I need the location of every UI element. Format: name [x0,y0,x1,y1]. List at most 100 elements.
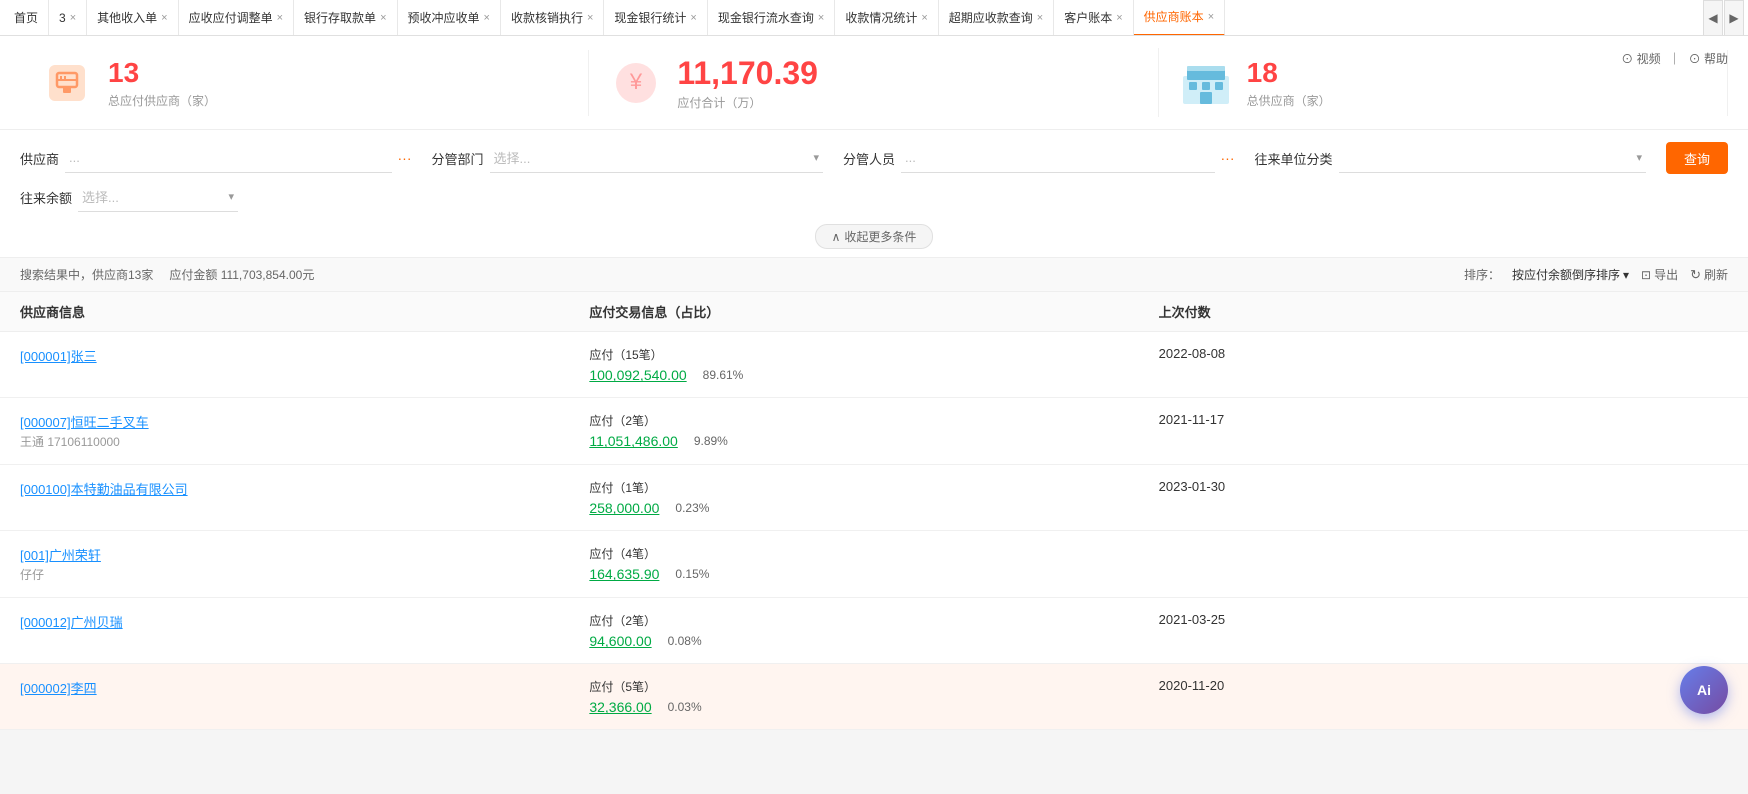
supplier-link[interactable]: [000007]恒旺二手叉车 [20,415,149,430]
close-icon[interactable]: × [818,12,824,24]
nav-tab-advance-offset[interactable]: 预收冲应收单 × [398,0,501,36]
tx-amount-link[interactable]: 100,092,540.00 [589,367,686,383]
collapse-label: 收起更多条件 [844,228,916,245]
nav-tab-supplier-account[interactable]: 供应商账本 × [1134,0,1225,36]
nav-tab-overdue-query[interactable]: 超期应收款查询 × [939,0,1054,36]
nav-tab-collection-check[interactable]: 收款核销执行 × [501,0,604,36]
tx-amount-link[interactable]: 258,000.00 [589,500,659,516]
last-pay-cell: 2020-11-20 [1159,678,1728,693]
supplier-link[interactable]: [000002]李四 [20,681,97,696]
ai-button[interactable]: Ai [1680,666,1728,714]
close-icon[interactable]: × [690,12,696,24]
payable-suppliers-label: 总应付供应商（家） [108,92,216,109]
nav-tab-customer-account[interactable]: 客户账本 × [1054,0,1133,36]
tx-percent: 89.61% [703,368,744,382]
export-button[interactable]: ⊡ 导出 [1641,266,1678,283]
nav-tab-other-income[interactable]: 其他收入单 × [87,0,178,36]
tx-percent: 0.08% [668,634,702,648]
sort-chevron-icon: ▾ [1623,268,1629,282]
dept-select[interactable]: 选择... ▾ [490,143,823,173]
supplier-link[interactable]: [000100]本特勤油品有限公司 [20,482,188,497]
close-icon[interactable]: × [277,12,283,24]
person-dots-icon[interactable]: ··· [1221,150,1235,166]
total-suppliers-number: 18 [1247,56,1331,90]
close-icon[interactable]: × [1208,11,1214,23]
tx-label: 应付（2笔） [589,412,1158,429]
total-suppliers-icon [1179,56,1233,110]
supplier-link[interactable]: [001]广州荣轩 [20,548,101,563]
chevron-down-icon: ▾ [1636,151,1642,164]
tx-row: 94,600.00 0.08% [589,633,1158,649]
filter-supplier: 供应商 ··· [20,143,412,173]
tx-amount-link[interactable]: 94,600.00 [589,633,651,649]
filter-balance: 往来余额 选择... ▾ [20,182,240,212]
close-icon[interactable]: × [921,12,927,24]
summary-card-payable-total: ¥ 11,170.39 应付合计（万） [589,48,1158,117]
tx-amount-link[interactable]: 32,366.00 [589,699,651,715]
tx-label: 应付（5笔） [589,678,1158,695]
nav-tab-home[interactable]: 首页 [4,0,49,36]
nav-arrow-right[interactable]: ▶ [1724,0,1744,36]
video-link[interactable]: ⊙ 视频 [1621,50,1660,67]
nav-arrows: ◀ ▶ [1703,0,1744,36]
payable-total-info: 11,170.39 应付合计（万） [677,54,818,111]
close-icon[interactable]: × [380,12,386,24]
filter-person: 分管人员 ··· [843,143,1235,173]
refresh-button[interactable]: ↻ 刷新 [1690,266,1728,283]
nav-tab-cash-bank-flow[interactable]: 现金银行流水查询 × [708,0,835,36]
tx-row: 32,366.00 0.03% [589,699,1158,715]
close-icon[interactable]: × [484,12,490,24]
tx-label: 应付（4笔） [589,545,1158,562]
balance-select-text: 选择... [82,187,119,206]
last-pay-date: 2021-03-25 [1159,612,1226,627]
nav-tab-overdue-query-label: 超期应收款查询 [949,9,1033,26]
nav-tab-3[interactable]: 3 × [49,0,87,36]
close-icon[interactable]: × [161,12,167,24]
tx-amount-link[interactable]: 164,635.90 [589,566,659,582]
filter-row-1: 供应商 ··· 分管部门 选择... ▾ 分管人员 ··· 往来单位分类 ▾ 查… [20,142,1728,174]
filter-dept: 分管部门 选择... ▾ [432,143,824,173]
filter-category: 往来单位分类 ▾ [1255,143,1647,173]
header-tx-info: 应付交易信息（占比） [589,302,1158,321]
chevron-down-icon: ▾ [228,190,234,203]
tx-info-cell: 应付（5笔） 32,366.00 0.03% [589,678,1158,715]
total-suppliers-label: 总供应商（家） [1247,92,1331,109]
nav-arrow-left[interactable]: ◀ [1703,0,1723,36]
close-icon[interactable]: × [70,12,76,24]
tx-label: 应付（15笔） [589,346,1158,363]
header-supplier-info: 供应商信息 [20,302,589,321]
close-icon[interactable]: × [1116,12,1122,24]
help-link[interactable]: ⊙ 帮助 [1689,50,1728,67]
balance-select[interactable]: 选择... ▾ [78,182,238,212]
total-suppliers-info: 18 总供应商（家） [1247,56,1331,109]
supplier-info-cell: [001]广州荣轩 仔仔 [20,545,589,583]
last-pay-date: 2020-11-20 [1159,678,1225,693]
nav-tab-collection-stat[interactable]: 收款情况统计 × [835,0,938,36]
supplier-info-cell: [000012]广州贝瑞 [20,612,589,631]
supplier-dots-icon[interactable]: ··· [398,150,412,166]
sort-select[interactable]: 按应付余额倒序排序 ▾ [1512,266,1629,283]
collapse-button[interactable]: ∧ 收起更多条件 [815,224,934,249]
nav-tab-payable-adjust-label: 应收应付调整单 [189,9,273,26]
category-select[interactable]: ▾ [1339,143,1646,173]
supplier-input[interactable] [65,143,391,173]
search-button[interactable]: 查询 [1666,142,1728,174]
tx-info-cell: 应付（15笔） 100,092,540.00 89.61% [589,346,1158,383]
supplier-info-cell: [000100]本特勤油品有限公司 [20,479,589,498]
tx-amount-link[interactable]: 11,051,486.00 [589,433,678,449]
nav-tab-bank-deposit[interactable]: 银行存取款单 × [294,0,397,36]
last-pay-cell: 2022-08-08 [1159,346,1728,361]
close-icon[interactable]: × [1037,12,1043,24]
nav-tab-cash-bank-stat[interactable]: 现金银行统计 × [604,0,707,36]
export-icon: ⊡ [1641,268,1651,282]
last-pay-date: 2022-08-08 [1159,346,1226,361]
last-pay-cell: 2023-01-30 [1159,479,1728,494]
table-row: [000100]本特勤油品有限公司 应付（1笔） 258,000.00 0.23… [0,465,1748,531]
supplier-link[interactable]: [000001]张三 [20,349,97,364]
person-input[interactable] [901,143,1214,173]
tx-percent: 9.89% [694,434,728,448]
tx-percent: 0.23% [675,501,709,515]
supplier-link[interactable]: [000012]广州贝瑞 [20,615,123,630]
nav-tab-payable-adjust[interactable]: 应收应付调整单 × [179,0,294,36]
close-icon[interactable]: × [587,12,593,24]
